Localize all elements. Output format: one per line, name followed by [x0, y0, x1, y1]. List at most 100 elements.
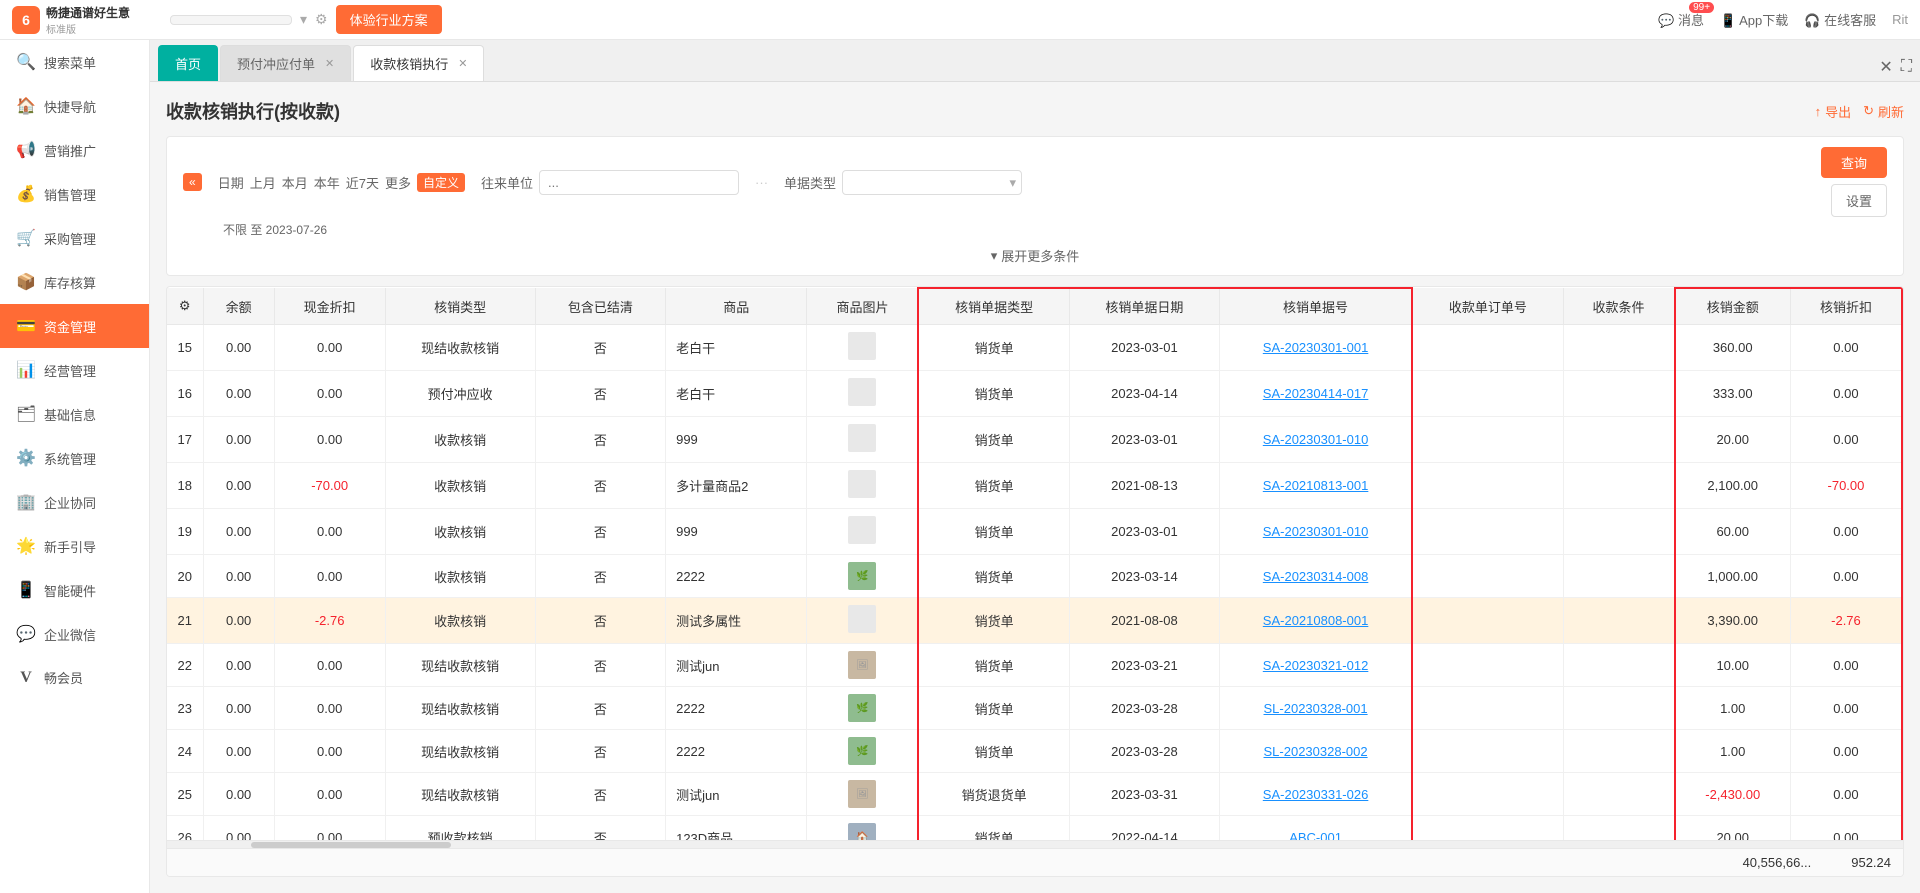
- bill-no-link[interactable]: SL-20230328-001: [1264, 701, 1368, 716]
- tab-close-all-icon[interactable]: ✕: [1879, 57, 1892, 77]
- cell-settled: 否: [535, 325, 665, 371]
- bill-no-link[interactable]: ABC-001: [1289, 830, 1342, 841]
- cell-settled: 否: [535, 816, 665, 841]
- bill-no-link[interactable]: SA-20230301-010: [1263, 524, 1369, 539]
- bill-no-link[interactable]: SA-20230301-010: [1263, 432, 1369, 447]
- filter-more[interactable]: 更多: [385, 173, 411, 192]
- product-image: [848, 424, 876, 452]
- cell-cash-discount: 0.00: [274, 687, 385, 730]
- finance-icon: 💳: [16, 316, 36, 336]
- tab-home[interactable]: 首页: [158, 45, 218, 81]
- sidebar-item-purchase[interactable]: 🛒 采购管理: [0, 216, 149, 260]
- notification-area[interactable]: 💬 消息 99+: [1658, 10, 1704, 29]
- cell-discount: 0.00: [1790, 371, 1902, 417]
- sidebar-item-system[interactable]: ⚙️ 系统管理: [0, 436, 149, 480]
- tab-receipt-close[interactable]: ✕: [458, 57, 467, 70]
- filter-collapse-btn[interactable]: «: [183, 173, 202, 191]
- sidebar-item-base-info[interactable]: 🗂 基础信息: [0, 392, 149, 436]
- expand-conditions-btn[interactable]: ▾ 展开更多条件: [991, 246, 1080, 265]
- tab-bar-right: ✕ ⛶: [1879, 57, 1912, 81]
- filter-last-month[interactable]: 上月: [250, 173, 276, 192]
- cell-cash-discount: 0.00: [274, 509, 385, 555]
- bill-no-link[interactable]: SA-20230314-008: [1263, 569, 1369, 584]
- search-box[interactable]: [170, 15, 292, 25]
- filter-settings-btn[interactable]: 设置: [1831, 184, 1887, 217]
- th-cash-discount: 现金折扣: [274, 288, 385, 325]
- sidebar-item-marketing[interactable]: 📢 营销推广: [0, 128, 149, 172]
- online-service[interactable]: 🎧 在线客服: [1804, 10, 1876, 29]
- query-btn[interactable]: 查询: [1821, 147, 1887, 178]
- sidebar-item-search[interactable]: 🔍 搜索菜单: [0, 40, 149, 84]
- sidebar-item-operations[interactable]: 📊 经营管理: [0, 348, 149, 392]
- sidebar-item-member[interactable]: V 畅会员: [0, 656, 149, 699]
- purchase-icon: 🛒: [16, 228, 36, 248]
- user-area[interactable]: Rit: [1892, 12, 1908, 27]
- settings-icon[interactable]: ⚙: [315, 11, 328, 28]
- tab-prepay-close[interactable]: ✕: [325, 57, 334, 70]
- gear-icon[interactable]: ⚙: [179, 298, 191, 313]
- app-download[interactable]: 📱 App下载: [1720, 10, 1788, 29]
- bill-no-link[interactable]: SA-20230321-012: [1263, 658, 1369, 673]
- filter-partner-input[interactable]: [539, 170, 739, 195]
- bill-no-link[interactable]: SA-20210813-001: [1263, 478, 1369, 493]
- bill-no-link[interactable]: SL-20230328-002: [1264, 744, 1368, 759]
- cell-bill-no: ABC-001: [1220, 816, 1413, 841]
- sidebar: 🔍 搜索菜单 🏠 快捷导航 📢 营销推广 💰 销售管理 🛒 采购管理 📦 库存核…: [0, 40, 150, 893]
- cell-amount: 360.00: [1675, 325, 1791, 371]
- sidebar-item-inventory[interactable]: 📦 库存核算: [0, 260, 149, 304]
- cell-discount: 0.00: [1790, 555, 1902, 598]
- bill-no-link[interactable]: SA-20210808-001: [1263, 613, 1369, 628]
- cell-id: 22: [167, 644, 203, 687]
- refresh-btn[interactable]: ↻ 刷新: [1863, 102, 1904, 121]
- scrollbar-thumb[interactable]: [251, 842, 451, 848]
- cell-id: 17: [167, 417, 203, 463]
- tab-prepay[interactable]: 预付冲应付单 ✕: [220, 45, 351, 81]
- cell-goods-img: 🌿: [807, 687, 918, 730]
- cell-settled: 否: [535, 687, 665, 730]
- cell-discount: 0.00: [1790, 816, 1902, 841]
- product-image: 🖼: [848, 651, 876, 679]
- bill-no-link[interactable]: SA-20230414-017: [1263, 386, 1369, 401]
- table-scroll[interactable]: ⚙ 余额 现金折扣 核销类型 包含已结清 商品 商品图片 核销单据类型 核销单据…: [167, 287, 1903, 840]
- bill-no-link[interactable]: SA-20230301-001: [1263, 340, 1369, 355]
- cell-goods: 999: [666, 509, 807, 555]
- industry-btn[interactable]: 体验行业方案: [336, 5, 442, 34]
- sidebar-item-quick-nav[interactable]: 🏠 快捷导航: [0, 84, 149, 128]
- filter-7-days[interactable]: 近7天: [346, 173, 379, 192]
- table-row: 17 0.00 0.00 收款核销 否 999 销货单 2023-03-01 S…: [167, 417, 1902, 463]
- cell-type: 收款核销: [385, 463, 535, 509]
- sidebar-item-sales[interactable]: 💰 销售管理: [0, 172, 149, 216]
- tab-receipt[interactable]: 收款核销执行 ✕: [353, 45, 484, 81]
- cell-amount: 2,100.00: [1675, 463, 1791, 509]
- sidebar-item-wechat[interactable]: 💬 企业微信: [0, 612, 149, 656]
- cell-cash-discount: 0.00: [274, 325, 385, 371]
- filter-this-month[interactable]: 本月: [282, 173, 308, 192]
- dropdown-icon[interactable]: ▾: [300, 11, 307, 28]
- cell-discount: 0.00: [1790, 773, 1902, 816]
- cell-goods: 多计量商品2: [666, 463, 807, 509]
- cell-condition: [1563, 816, 1674, 841]
- cell-goods-img: [807, 371, 918, 417]
- cell-balance: 0.00: [203, 598, 274, 644]
- cell-bill-type: 销货单: [918, 730, 1069, 773]
- cell-bill-type: 销货退货单: [918, 773, 1069, 816]
- cell-amount: 10.00: [1675, 644, 1791, 687]
- cell-goods: 测试jun: [666, 644, 807, 687]
- filter-this-year[interactable]: 本年: [314, 173, 340, 192]
- logo-icon: 6: [12, 6, 40, 34]
- filter-bill-type-select[interactable]: [842, 170, 1022, 195]
- sidebar-item-finance[interactable]: 💳 资金管理: [0, 304, 149, 348]
- sidebar-item-hardware[interactable]: 📱 智能硬件: [0, 568, 149, 612]
- sidebar-item-enterprise[interactable]: 🏢 企业协同: [0, 480, 149, 524]
- marketing-icon: 📢: [16, 140, 36, 160]
- cell-goods: 老白干: [666, 325, 807, 371]
- cell-cash-discount: 0.00: [274, 417, 385, 463]
- export-btn[interactable]: ↑ 导出: [1815, 102, 1852, 121]
- cell-condition: [1563, 555, 1674, 598]
- sidebar-item-guide[interactable]: 🌟 新手引导: [0, 524, 149, 568]
- tab-fullscreen-icon[interactable]: ⛶: [1901, 58, 1912, 76]
- bill-no-link[interactable]: SA-20230331-026: [1263, 787, 1369, 802]
- filter-custom[interactable]: 自定义: [417, 173, 465, 192]
- cell-condition: [1563, 644, 1674, 687]
- horizontal-scrollbar[interactable]: [167, 840, 1903, 848]
